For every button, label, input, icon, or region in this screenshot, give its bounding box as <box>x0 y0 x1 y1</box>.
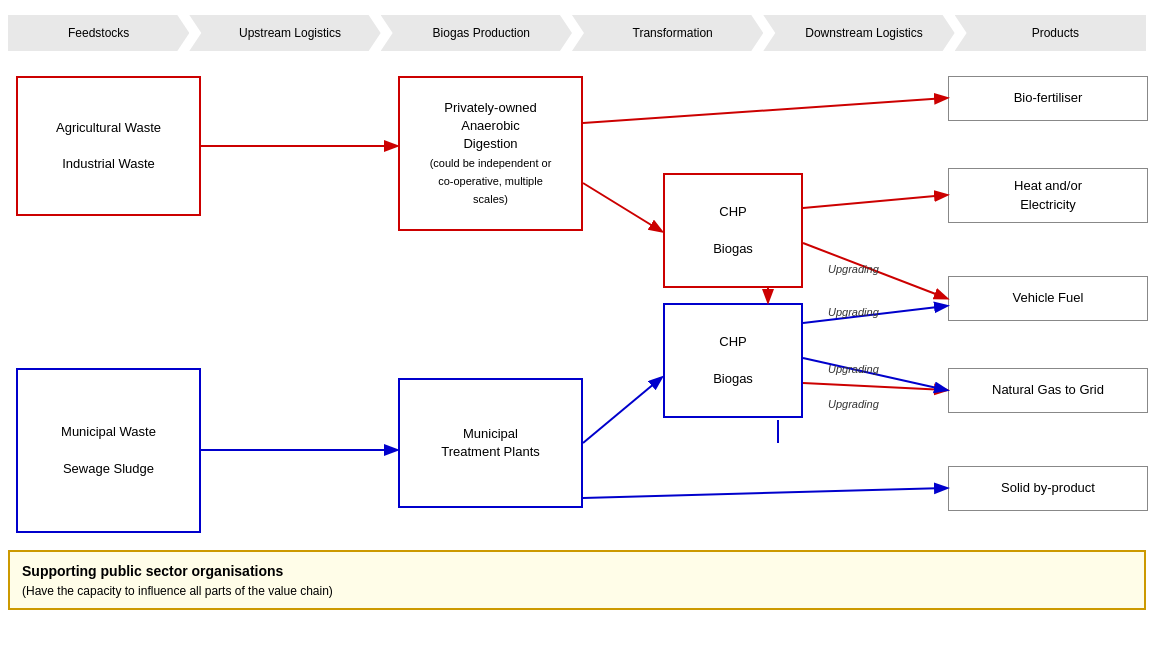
chevron-upstream-logistics: Upstream Logistics <box>189 15 380 51</box>
chp-biogas-blue-box: CHP Biogas <box>663 303 803 418</box>
municipal-waste-box: Municipal Waste Sewage Sludge <box>16 368 201 533</box>
upgrading-label-2: Upgrading <box>828 306 880 318</box>
supporting-title: Supporting public sector organisations <box>22 560 1132 582</box>
chevron-products: Products <box>955 15 1146 51</box>
private-ad-box: Privately-owned Anaerobic Digestion (cou… <box>398 76 583 231</box>
supporting-box: Supporting public sector organisations (… <box>8 550 1146 610</box>
chevron-downstream-logistics: Downstream Logistics <box>763 15 954 51</box>
municipal-treatment-box: Municipal Treatment Plants <box>398 378 583 508</box>
supporting-subtitle: (Have the capacity to influence all part… <box>22 582 1132 601</box>
solid-byproduct-box: Solid by-product <box>948 466 1148 511</box>
upgrading-label-3: Upgrading <box>828 363 880 375</box>
svg-line-2 <box>583 98 946 123</box>
diagram-container: Feedstocks Upstream Logistics Biogas Pro… <box>0 0 1154 646</box>
svg-line-10 <box>583 488 946 498</box>
main-area: Agricultural Waste Industrial Waste Priv… <box>8 68 1146 593</box>
svg-line-4 <box>803 243 946 298</box>
chevron-feedstocks: Feedstocks <box>8 15 189 51</box>
chevron-biogas-production: Biogas Production <box>381 15 572 51</box>
agri-waste-box: Agricultural Waste Industrial Waste <box>16 76 201 216</box>
chp-biogas-red-box: CHP Biogas <box>663 173 803 288</box>
svg-line-7 <box>583 378 661 443</box>
svg-line-8 <box>803 306 946 323</box>
heat-electricity-box: Heat and/or Electricity <box>948 168 1148 223</box>
svg-line-3 <box>803 195 946 208</box>
chevron-transformation: Transformation <box>572 15 763 51</box>
svg-line-5 <box>803 383 946 390</box>
upgrading-label-1: Upgrading <box>828 263 880 275</box>
vehicle-fuel-box: Vehicle Fuel <box>948 276 1148 321</box>
header-row: Feedstocks Upstream Logistics Biogas Pro… <box>8 8 1146 58</box>
upgrading-label-4: Upgrading <box>828 398 880 410</box>
svg-line-9 <box>803 358 946 390</box>
svg-line-1 <box>583 183 661 231</box>
natural-gas-box: Natural Gas to Grid <box>948 368 1148 413</box>
bio-fertiliser-box: Bio-fertiliser <box>948 76 1148 121</box>
